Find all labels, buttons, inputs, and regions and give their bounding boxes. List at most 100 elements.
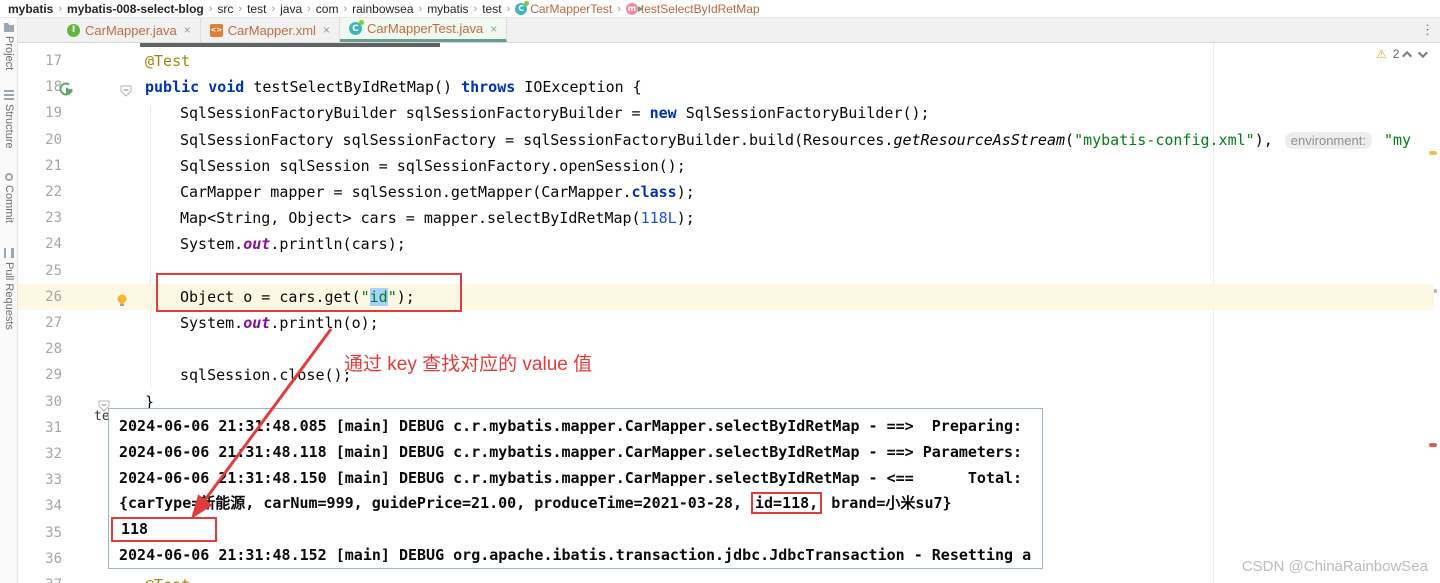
breadcrumb-label: mybatis	[8, 1, 54, 16]
code-segment: CarMapper mapper = sqlSession.getMapper(…	[180, 183, 632, 201]
tab-CarMapper.xml[interactable]: <> CarMapper.xml ×	[201, 18, 340, 42]
code-line-17[interactable]: 17 @Test	[18, 48, 1434, 74]
breadcrumb-label: src	[217, 1, 234, 16]
tab-CarMapper.java[interactable]: I CarMapper.java ×	[58, 18, 201, 42]
code-segment: @Test	[145, 576, 190, 583]
code-line-24[interactable]: 24 System.out.println(cars);	[18, 231, 1434, 257]
code-line-37[interactable]: 37 @Test	[18, 572, 1434, 583]
console-line-2: 2024-06-06 21:31:48.118 [main] DEBUG c.r…	[119, 440, 1042, 466]
code-line-22[interactable]: 22 CarMapper mapper = sqlSession.getMappe…	[18, 179, 1434, 205]
code-text: Object o = cars.get("id");	[180, 284, 415, 310]
breadcrumb-item-test[interactable]: test	[247, 2, 266, 16]
breadcrumb-item-mybatis[interactable]: mybatis	[8, 2, 53, 16]
code-line-23[interactable]: 23 Map<String, Object> cars = mapper.sele…	[18, 205, 1434, 231]
line-number: 28	[45, 341, 62, 358]
code-segment: "	[387, 287, 397, 306]
code-line-19[interactable]: 19 SqlSessionFactoryBuilder sqlSessionFac…	[18, 100, 1434, 126]
line-number: 34	[45, 498, 62, 515]
code-segment: );	[676, 183, 695, 201]
method-icon: m	[625, 2, 643, 15]
breadcrumb-separator: ›	[617, 2, 621, 15]
console-text: 2024-06-06 21:31:48.085 [main] DEBUG c.r…	[119, 417, 1023, 435]
tab-close-icon[interactable]: ×	[490, 22, 497, 36]
console-text: 2024-06-06 21:31:48.118 [main] DEBUG c.r…	[119, 442, 1023, 461]
code-segment: @Test	[145, 52, 191, 70]
breadcrumb-item-rainbowsea[interactable]: rainbowsea	[352, 2, 413, 16]
breadcrumb-item-testSelectByIdRetMap[interactable]: m testSelectByIdRetMap	[625, 1, 760, 16]
code-text: CarMapper mapper = sqlSession.getMapper(…	[180, 179, 695, 205]
stripe-label: Structure	[3, 104, 15, 149]
kebab-menu-icon[interactable]: ⋮	[1421, 22, 1434, 38]
code-line-28[interactable]: 28	[18, 336, 1434, 362]
breadcrumb-item-test[interactable]: test	[482, 2, 501, 16]
red-box-result-value: 118	[111, 517, 217, 543]
breadcrumb-separator: ›	[506, 2, 511, 15]
code-line-18[interactable]: 18 public void testSelectByIdRetMap() thr…	[18, 74, 1434, 100]
console-text: brand=小米su7}	[822, 494, 952, 513]
breadcrumb-label: mybatis-008-select-blog	[67, 1, 204, 16]
console-line-1: 2024-06-06 21:31:48.085 [main] DEBUG c.r…	[119, 414, 1042, 440]
stripe-item-project[interactable]: Project	[0, 22, 18, 70]
code-text: sqlSession.close();	[180, 362, 352, 388]
code-line-20[interactable]: 20 SqlSessionFactory sqlSessionFactory = …	[18, 127, 1434, 153]
code-line-21[interactable]: 21 SqlSession sqlSession = sqlSessionFact…	[18, 153, 1434, 179]
console-output-popup[interactable]: 2024-06-06 21:31:48.085 [main] DEBUG c.r…	[108, 408, 1043, 569]
code-text: System.out.println(cars);	[180, 231, 406, 257]
class-icon: C	[515, 0, 530, 15]
code-text: Map<String, Object> cars = mapper.select…	[180, 205, 695, 231]
tab-close-icon[interactable]: ×	[184, 23, 191, 37]
code-segment: SqlSession sqlSession = sqlSessionFactor…	[180, 156, 686, 175]
console-line-6: 2024-06-06 21:31:48.152 [main] DEBUG org…	[119, 543, 1042, 568]
stripe-item-structure[interactable]: Structure	[0, 90, 18, 149]
breadcrumb-item-com[interactable]: com	[316, 2, 339, 16]
editor-tab-bar: I CarMapper.java × <> CarMapper.xml × C CarMapp…	[18, 18, 1440, 43]
line-number: 24	[45, 236, 62, 253]
code-line-27[interactable]: 27 System.out.println(o);	[18, 310, 1434, 336]
code-segment: "	[360, 287, 370, 306]
code-segment: IOException {	[515, 78, 642, 97]
breadcrumb-item-CarMapperTest[interactable]: C CarMapperTest	[515, 0, 612, 16]
breadcrumb-label: mybatis	[427, 1, 469, 16]
line-number: 26	[45, 288, 62, 305]
stripe-item-commit[interactable]: Commit	[0, 173, 18, 223]
breadcrumb-item-mybatis-008-select-blog[interactable]: mybatis-008-select-blog	[67, 2, 204, 16]
code-text: SqlSession sqlSession = sqlSessionFactor…	[180, 153, 686, 179]
line-number: 27	[45, 315, 62, 331]
tab-label: CarMapper.xml	[227, 22, 316, 38]
line-number: 21	[45, 157, 62, 174]
breadcrumb-item-src[interactable]: src	[217, 2, 233, 16]
code-line-25[interactable]: 25	[18, 258, 1434, 284]
console-text: 2024-06-06 21:31:48.152 [main] DEBUG org…	[119, 545, 1032, 564]
tab-close-icon[interactable]: ×	[323, 23, 330, 37]
code-line-29[interactable]: 29 sqlSession.close();	[18, 362, 1434, 388]
breadcrumb-label: java	[280, 1, 303, 16]
folder-icon	[4, 23, 14, 32]
code-text: SqlSessionFactoryBuilder sqlSessionFacto…	[180, 100, 930, 126]
breadcrumb-separator: ›	[58, 2, 63, 15]
breadcrumb-label: testSelectByIdRetMap	[640, 1, 760, 16]
inspection-widget[interactable]: ⚠ 2	[1376, 47, 1429, 61]
code-segment: ),	[1254, 130, 1282, 149]
line-number: 33	[45, 472, 62, 489]
commit-icon	[5, 173, 13, 181]
breadcrumb-item-mybatis[interactable]: mybatis	[427, 2, 468, 16]
code-segment: environment:	[1284, 131, 1372, 149]
code-segment: sqlSession.close();	[180, 366, 352, 385]
code-segment: System.	[180, 235, 244, 254]
stripe-item-pull-requests[interactable]: Pull Requests	[0, 248, 18, 330]
line-number: 31	[45, 419, 62, 436]
breadcrumb-separator: ›	[271, 2, 276, 15]
console-text: {carType=新能源, carNum=999, guidePrice=21.…	[119, 494, 751, 513]
code-line-26[interactable]: 26 Object o = cars.get("id");	[18, 283, 1434, 310]
code-text: System.out.println(o);	[180, 310, 379, 336]
tab-CarMapperTest.java[interactable]: C CarMapperTest.java ×	[339, 18, 508, 42]
prev-issue-icon[interactable]	[1402, 50, 1413, 61]
console-line-3: 2024-06-06 21:31:48.150 [main] DEBUG c.r…	[119, 466, 1042, 492]
line-number: 25	[45, 262, 62, 279]
breadcrumb-item-java[interactable]: java	[280, 2, 302, 16]
xml-icon: <>	[209, 23, 223, 37]
code-segment: Map<String, Object> cars = mapper.select…	[180, 209, 641, 228]
watermark: CSDN @ChinaRainbowSea	[1241, 558, 1428, 575]
console-line-4: {carType=新能源, carNum=999, guidePrice=21.…	[119, 491, 1042, 517]
